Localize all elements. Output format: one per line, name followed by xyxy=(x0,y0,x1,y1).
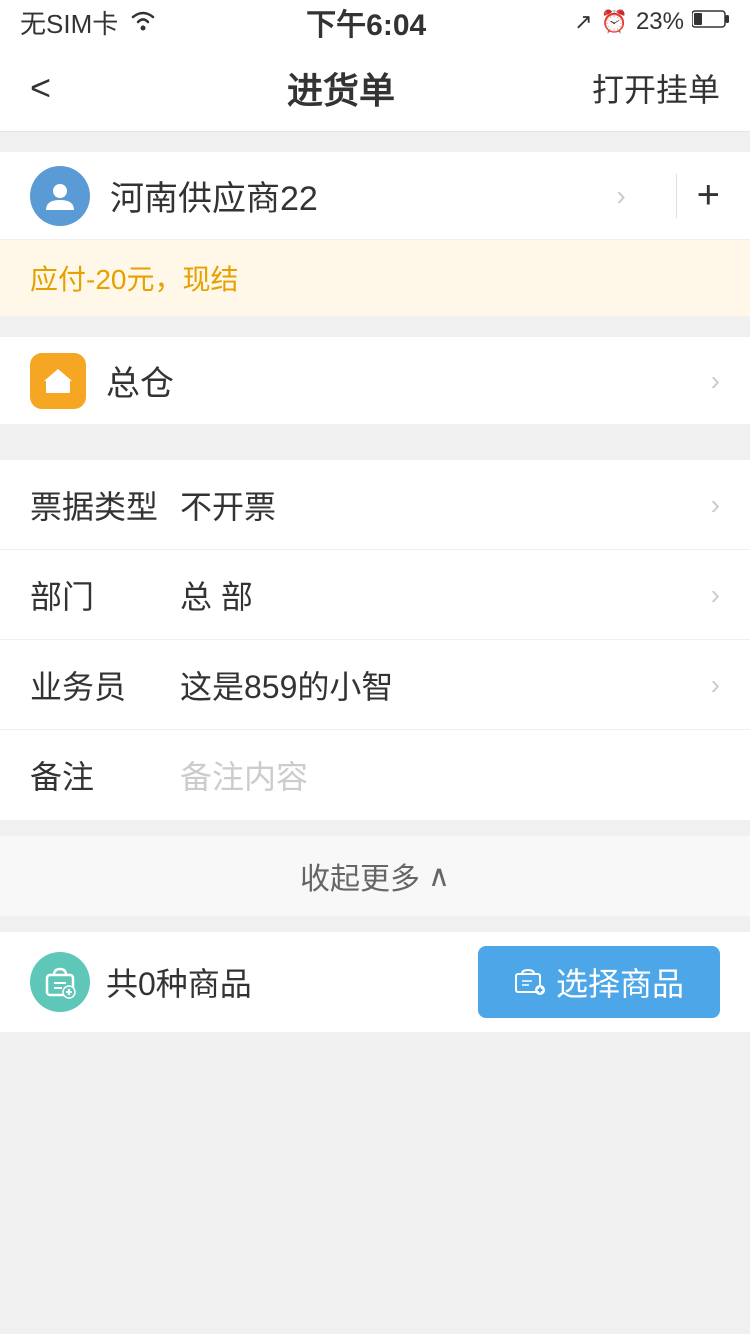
supplier-divider xyxy=(676,174,677,218)
section-gap-3 xyxy=(0,424,750,444)
warehouse-row[interactable]: 总仓 › xyxy=(0,336,750,424)
add-supplier-button[interactable]: + xyxy=(697,173,720,218)
wifi-icon xyxy=(128,7,158,38)
bottom-bar: 共0种商品 选择商品 xyxy=(0,932,750,1032)
form-value-salesperson: 这是859的小智 xyxy=(180,662,711,708)
form-row-invoice-type[interactable]: 票据类型 不开票 › xyxy=(0,460,750,550)
status-carrier: 无SIM卡 xyxy=(20,4,158,41)
status-icons: ↗ ⏰ 23% xyxy=(574,8,730,36)
supplier-section: 河南供应商22 › + 应付-20元，现结 xyxy=(0,152,750,316)
form-row-department[interactable]: 部门 总 部 › xyxy=(0,550,750,640)
supplier-avatar xyxy=(30,166,90,226)
warehouse-icon xyxy=(30,353,86,409)
section-gap-2 xyxy=(0,316,750,336)
form-row-remark[interactable]: 备注 备注内容 xyxy=(0,730,750,820)
carrier-text: 无SIM卡 xyxy=(20,4,118,41)
battery-text: 23% xyxy=(636,8,684,36)
section-gap-1 xyxy=(0,132,750,152)
form-value-department: 总 部 xyxy=(180,572,711,618)
notice-bar: 应付-20元，现结 xyxy=(0,240,750,316)
form-placeholder-remark[interactable]: 备注内容 xyxy=(180,752,720,798)
status-time: 下午6:04 xyxy=(306,0,426,44)
product-count-icon xyxy=(30,952,90,1012)
product-count-text: 共0种商品 xyxy=(106,959,252,1005)
form-section: 票据类型 不开票 › 部门 总 部 › 业务员 这是859的小智 › 备注 备注… xyxy=(0,460,750,820)
form-label-salesperson: 业务员 xyxy=(30,662,170,708)
product-count-area: 共0种商品 xyxy=(30,952,252,1012)
open-pending-button[interactable]: 打开挂单 xyxy=(592,65,720,111)
back-button[interactable]: < xyxy=(30,67,90,109)
form-label-department: 部门 xyxy=(30,572,170,618)
collapse-row[interactable]: 收起更多 ∧ xyxy=(0,836,750,916)
supplier-row[interactable]: 河南供应商22 › + xyxy=(0,152,750,240)
form-row-salesperson[interactable]: 业务员 这是859的小智 › xyxy=(0,640,750,730)
department-arrow-icon: › xyxy=(711,579,720,611)
location-icon: ↗ xyxy=(574,9,592,35)
form-value-invoice-type: 不开票 xyxy=(180,482,711,528)
page-title: 进货单 xyxy=(287,62,395,114)
form-label-invoice-type: 票据类型 xyxy=(30,482,170,528)
gray-area xyxy=(0,1032,750,1332)
status-bar: 无SIM卡 下午6:04 ↗ ⏰ 23% xyxy=(0,0,750,44)
select-product-label: 选择商品 xyxy=(556,959,684,1005)
notice-text: 应付-20元，现结 xyxy=(30,264,238,295)
collapse-icon: ∧ xyxy=(428,859,450,894)
nav-bar: < 进货单 打开挂单 xyxy=(0,44,750,132)
warehouse-name: 总仓 xyxy=(106,356,711,405)
battery-icon xyxy=(692,8,730,36)
invoice-type-arrow-icon: › xyxy=(711,489,720,521)
salesperson-arrow-icon: › xyxy=(711,669,720,701)
warehouse-arrow-icon: › xyxy=(711,365,720,397)
select-product-button[interactable]: 选择商品 xyxy=(478,946,720,1018)
alarm-icon: ⏰ xyxy=(601,9,628,35)
form-label-remark: 备注 xyxy=(30,752,170,798)
supplier-name: 河南供应商22 xyxy=(110,171,616,220)
collapse-label: 收起更多 xyxy=(300,854,420,898)
supplier-arrow-icon: › xyxy=(616,180,625,212)
